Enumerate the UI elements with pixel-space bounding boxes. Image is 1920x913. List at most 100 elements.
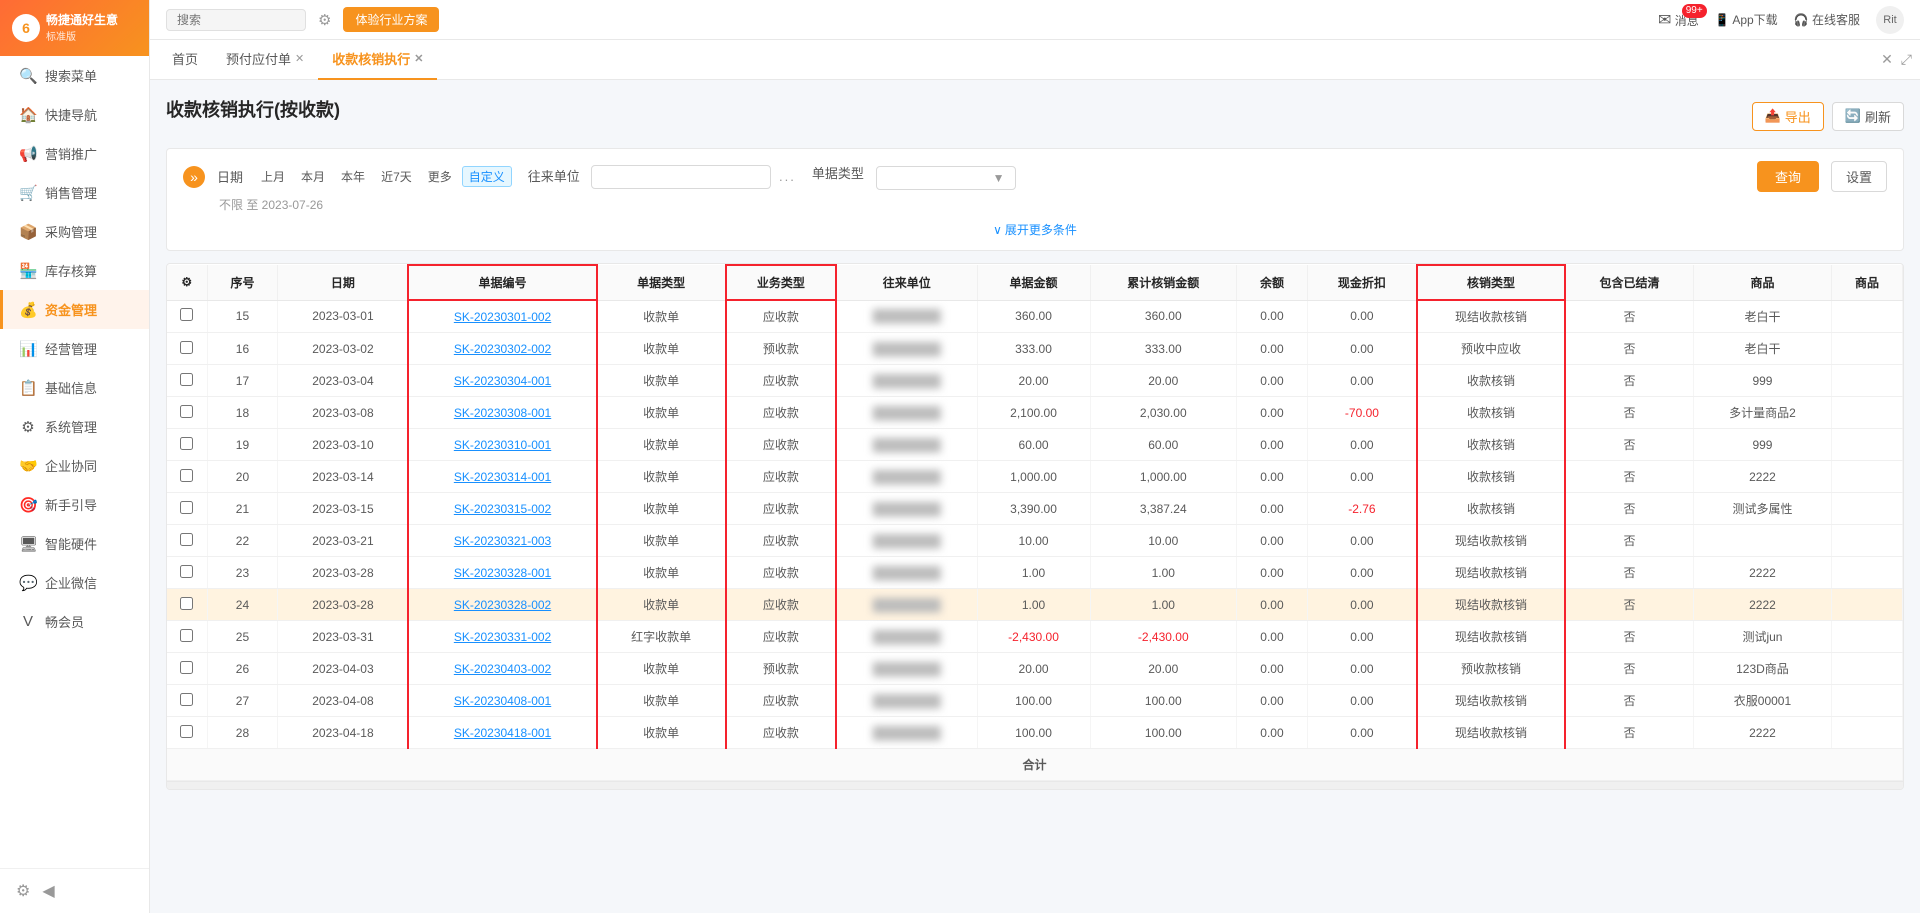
cell-checkbox[interactable] (167, 397, 207, 429)
cell-checkbox[interactable] (167, 525, 207, 557)
cell-biz-type: 应收款 (726, 589, 836, 621)
messages-badge[interactable]: ✉ 消息 99+ (1658, 10, 1699, 30)
cell-checkbox[interactable] (167, 557, 207, 589)
more-date-btn[interactable]: 更多 (422, 166, 458, 187)
cell-balance: 0.00 (1237, 365, 1308, 397)
tab-close-all-icon[interactable]: ✕ (1881, 51, 1893, 68)
sidebar-item-basic[interactable]: 📋基础信息 (0, 368, 149, 407)
last-month-btn[interactable]: 上月 (255, 166, 291, 187)
bill-no-link[interactable]: SK-20230314-001 (454, 470, 551, 484)
cell-date: 2023-04-08 (278, 685, 409, 717)
company-input[interactable] (591, 165, 771, 189)
cell-checkbox[interactable] (167, 429, 207, 461)
bill-no-link[interactable]: SK-20230321-003 (454, 534, 551, 548)
table-row: 24 2023-03-28 SK-20230328-002 收款单 应收款 ██… (167, 589, 1903, 621)
cell-checkbox[interactable] (167, 493, 207, 525)
bill-no-link[interactable]: SK-20230315-002 (454, 502, 551, 516)
sidebar-item-purchase[interactable]: 📦采购管理 (0, 212, 149, 251)
cell-checkbox[interactable] (167, 685, 207, 717)
cell-balance: 0.00 (1237, 557, 1308, 589)
sidebar-item-search[interactable]: 🔍搜索菜单 (0, 56, 149, 95)
cell-bill-type: 收款单 (597, 493, 726, 525)
col-date: 日期 (278, 265, 409, 300)
refresh-icon: 🔄 (1845, 108, 1861, 124)
cell-checkbox[interactable] (167, 717, 207, 749)
cell-date: 2023-04-18 (278, 717, 409, 749)
cell-include-settled: 否 (1565, 525, 1693, 557)
bill-no-link[interactable]: SK-20230304-001 (454, 374, 551, 388)
bill-no-link[interactable]: SK-20230403-002 (454, 662, 551, 676)
bill-no-link[interactable]: SK-20230328-002 (454, 598, 551, 612)
sidebar-item-finance[interactable]: 💰资金管理 (0, 290, 149, 329)
horizontal-scrollbar[interactable] (167, 781, 1903, 789)
col-biz-type: 业务类型 (726, 265, 836, 300)
sidebar-item-marketing[interactable]: 📢营销推广 (0, 134, 149, 173)
sidebar-item-operation[interactable]: 📊经营管理 (0, 329, 149, 368)
cell-cumulative: 60.00 (1090, 429, 1237, 461)
filter-setting-button[interactable]: 设置 (1831, 161, 1887, 192)
cell-bill-no: SK-20230308-001 (408, 397, 596, 429)
industry-btn[interactable]: 体验行业方案 (343, 7, 439, 32)
gear-icon[interactable]: ⚙ (318, 11, 331, 29)
sidebar-item-member[interactable]: V畅会员 (0, 602, 149, 641)
bill-no-link[interactable]: SK-20230310-001 (454, 438, 551, 452)
col-settings[interactable]: ⚙ (167, 265, 207, 300)
system-icon: ⚙ (19, 418, 37, 436)
bill-no-link[interactable]: SK-20230328-001 (454, 566, 551, 580)
sidebar-item-guide[interactable]: 🎯新手引导 (0, 485, 149, 524)
sidebar-item-label: 快捷导航 (45, 105, 97, 124)
sidebar-item-hardware[interactable]: 🖥智能硬件 (0, 524, 149, 563)
bill-no-link[interactable]: SK-20230301-002 (454, 310, 551, 324)
bill-no-link[interactable]: SK-20230331-002 (454, 630, 551, 644)
last-7days-btn[interactable]: 近7天 (375, 166, 418, 187)
cell-checkbox[interactable] (167, 300, 207, 333)
cell-checkbox[interactable] (167, 653, 207, 685)
cell-goods: 123D商品 (1693, 653, 1831, 685)
cell-checkbox[interactable] (167, 333, 207, 365)
query-button[interactable]: 查询 (1757, 161, 1819, 192)
expand-more-link[interactable]: ∨ 展开更多条件 (993, 221, 1077, 238)
tab-payable-close[interactable]: ✕ (295, 52, 304, 65)
sidebar-item-wechat[interactable]: 💬企业微信 (0, 563, 149, 602)
collapse-icon[interactable]: ◀ (42, 881, 54, 901)
cell-biz-type: 应收款 (726, 557, 836, 589)
sidebar-item-label: 系统管理 (45, 417, 97, 436)
filter-expand-btn[interactable]: » (183, 166, 205, 188)
bill-no-link[interactable]: SK-20230302-002 (454, 342, 551, 356)
tab-collection-close[interactable]: ✕ (414, 52, 423, 65)
cell-cash-discount: 0.00 (1307, 717, 1417, 749)
cell-bill-type: 收款单 (597, 653, 726, 685)
bill-type-select[interactable]: ▼ (876, 166, 1016, 190)
sidebar-item-system[interactable]: ⚙ 系统管理 (0, 407, 149, 446)
bill-no-link[interactable]: SK-20230308-001 (454, 406, 551, 420)
cell-amount: 20.00 (977, 365, 1090, 397)
tab-collection[interactable]: 收款核销执行 ✕ (318, 40, 437, 80)
search-input[interactable] (166, 9, 306, 31)
tab-home[interactable]: 首页 (158, 40, 212, 80)
sidebar-item-inventory[interactable]: 🏪库存核算 (0, 251, 149, 290)
sidebar-item-label: 企业协同 (45, 456, 97, 475)
online-service[interactable]: 🎧 在线客服 (1794, 11, 1860, 28)
this-year-btn[interactable]: 本年 (335, 166, 371, 187)
bill-no-link[interactable]: SK-20230408-001 (454, 694, 551, 708)
sidebar-item-label: 经营管理 (45, 339, 97, 358)
export-button[interactable]: 📤 导出 (1752, 102, 1824, 131)
custom-date-btn[interactable]: 自定义 (462, 166, 512, 187)
sidebar-item-shortcut[interactable]: 🏠快捷导航 (0, 95, 149, 134)
bill-no-link[interactable]: SK-20230418-001 (454, 726, 551, 740)
cell-checkbox[interactable] (167, 621, 207, 653)
tab-payable[interactable]: 预付应付单 ✕ (212, 40, 318, 80)
sidebar-item-enterprise[interactable]: 🤝企业协同 (0, 446, 149, 485)
refresh-button[interactable]: 🔄 刷新 (1832, 102, 1904, 131)
tab-expand-icon[interactable]: ⤢ (1901, 51, 1912, 68)
cell-checkbox[interactable] (167, 365, 207, 397)
settings-bottom-icon[interactable]: ⚙ (16, 881, 30, 901)
cell-checkbox[interactable] (167, 461, 207, 493)
cell-checkbox[interactable] (167, 589, 207, 621)
cell-goods: 2222 (1693, 557, 1831, 589)
app-download[interactable]: 📱 App下载 (1715, 11, 1778, 28)
this-month-btn[interactable]: 本月 (295, 166, 331, 187)
cell-amount: 60.00 (977, 429, 1090, 461)
sidebar-item-sales[interactable]: 🛒销售管理 (0, 173, 149, 212)
user-avatar[interactable]: Rit (1876, 6, 1904, 34)
